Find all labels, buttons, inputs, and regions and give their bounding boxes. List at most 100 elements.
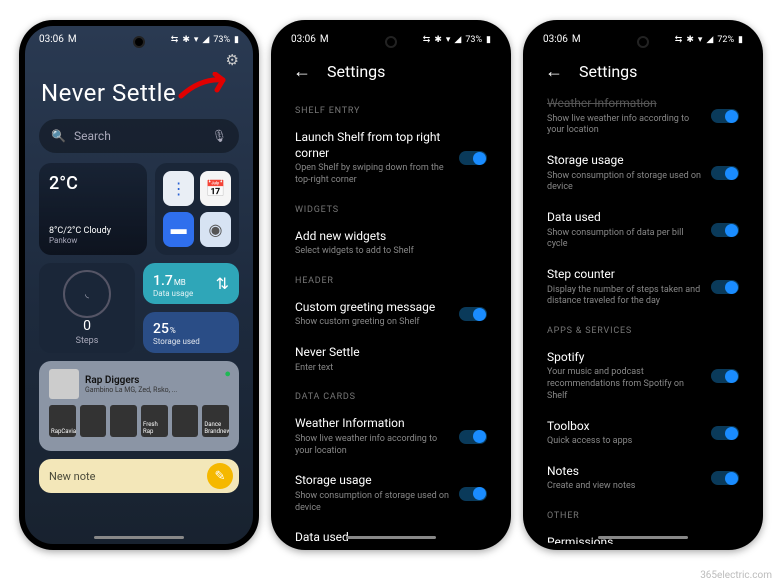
battery-pct: 73% bbox=[465, 35, 482, 45]
nfc-icon: ⇆ bbox=[675, 35, 683, 45]
row-add-widgets[interactable]: Add new widgetsSelect widgets to add to … bbox=[277, 221, 505, 266]
playlist-thumb[interactable] bbox=[172, 405, 199, 437]
spotify-thumbs: RapCaviar Fresh Rap Dance Brandnew bbox=[49, 405, 229, 437]
toggle[interactable] bbox=[459, 307, 487, 321]
phone-icon[interactable]: ⋮ bbox=[163, 171, 194, 206]
nfc-icon: ⇆ bbox=[423, 35, 431, 45]
storage-card[interactable]: 25% Storage used bbox=[143, 312, 239, 353]
battery-pct: 73% bbox=[213, 35, 230, 45]
section-header: HEADER bbox=[277, 266, 505, 292]
note-label: New note bbox=[49, 470, 95, 483]
storage-value: 25 bbox=[153, 321, 169, 337]
row-step-counter[interactable]: Step counterDisplay the number of steps … bbox=[529, 259, 757, 316]
gmail-icon: M bbox=[68, 34, 77, 45]
phone-settings-1: 03:06M ⇆✱▾◢73%▮ ← Settings SHELF ENTRY L… bbox=[271, 20, 511, 550]
search-placeholder: Search bbox=[74, 129, 111, 143]
row-weather[interactable]: Weather InformationShow live weather inf… bbox=[277, 408, 505, 465]
bluetooth-icon: ✱ bbox=[182, 35, 190, 45]
toggle[interactable] bbox=[711, 223, 739, 237]
playlist-thumb[interactable]: RapCaviar bbox=[49, 405, 76, 437]
gear-icon[interactable]: ⚙ bbox=[226, 51, 239, 69]
toggle[interactable] bbox=[711, 109, 739, 123]
spotify-subtitle: Gambino La MG, Zed, Rsko, ... bbox=[85, 386, 177, 394]
row-spotify[interactable]: SpotifyYour music and podcast recommenda… bbox=[529, 342, 757, 411]
playlist-thumb[interactable] bbox=[110, 405, 137, 437]
search-icon: 🔍 bbox=[51, 129, 66, 143]
battery-icon: ▮ bbox=[234, 35, 239, 45]
weather-card[interactable]: 2°C 8°C/2°C Cloudy Pankow bbox=[39, 163, 147, 255]
nfc-icon: ⇆ bbox=[171, 35, 179, 45]
wifi-icon: ▾ bbox=[698, 35, 703, 45]
calendar-icon[interactable]: 📅 bbox=[200, 171, 231, 206]
back-arrow-icon[interactable]: ← bbox=[545, 61, 563, 82]
battery-icon: ▮ bbox=[738, 35, 743, 45]
toggle[interactable] bbox=[459, 151, 487, 165]
row-storage[interactable]: Storage usageShow consumption of storage… bbox=[277, 465, 505, 522]
nav-handle[interactable] bbox=[346, 536, 436, 539]
row-toolbox[interactable]: ToolboxQuick access to apps bbox=[529, 411, 757, 456]
row-launch-shelf[interactable]: Launch Shelf from top right cornerOpen S… bbox=[277, 122, 505, 195]
toggle[interactable] bbox=[711, 166, 739, 180]
status-time: 03:06 bbox=[291, 34, 316, 45]
nav-handle[interactable] bbox=[598, 536, 688, 539]
section-data-cards: DATA CARDS bbox=[277, 382, 505, 408]
row-notes[interactable]: NotesCreate and view notes bbox=[529, 456, 757, 501]
bluetooth-icon: ✱ bbox=[434, 35, 442, 45]
annotation-arrow bbox=[177, 72, 237, 108]
pencil-icon[interactable]: ✎ bbox=[207, 463, 233, 489]
section-shelf-entry: SHELF ENTRY bbox=[277, 96, 505, 122]
weather-temp: 2°C bbox=[49, 173, 137, 194]
toggle[interactable] bbox=[711, 426, 739, 440]
playlist-thumb[interactable] bbox=[80, 405, 107, 437]
playlist-thumb[interactable]: Dance Brandnew bbox=[202, 405, 229, 437]
row-greeting-text[interactable]: Never SettleEnter text bbox=[277, 337, 505, 382]
mic-icon[interactable]: 🎙 bbox=[212, 129, 227, 143]
steps-label: Steps bbox=[76, 336, 99, 346]
signal-icon: ◢ bbox=[454, 35, 461, 45]
section-apps: APPS & SERVICES bbox=[529, 316, 757, 342]
playlist-thumb[interactable]: Fresh Rap bbox=[141, 405, 168, 437]
spotify-card[interactable]: ● Rap Diggers Gambino La MG, Zed, Rsko, … bbox=[39, 361, 239, 451]
wifi-icon: ▾ bbox=[194, 35, 199, 45]
toggle[interactable] bbox=[711, 471, 739, 485]
spotify-icon: ● bbox=[224, 367, 231, 380]
weather-condition: 8°C/2°C Cloudy bbox=[49, 226, 137, 236]
steps-count: 0 bbox=[83, 318, 91, 334]
row-storage[interactable]: Storage usageShow consumption of storage… bbox=[529, 145, 757, 202]
back-arrow-icon[interactable]: ← bbox=[293, 61, 311, 82]
row-custom-greeting[interactable]: Custom greeting messageShow custom greet… bbox=[277, 292, 505, 337]
nav-handle[interactable] bbox=[94, 536, 184, 539]
spotify-title: Rap Diggers bbox=[85, 375, 177, 386]
storage-unit: % bbox=[170, 326, 176, 335]
status-time: 03:06 bbox=[39, 34, 64, 45]
section-other: OTHER bbox=[529, 501, 757, 527]
camera-hole bbox=[385, 36, 397, 48]
page-title: Settings bbox=[579, 62, 637, 81]
signal-icon: ◢ bbox=[202, 35, 209, 45]
gmail-icon: M bbox=[320, 34, 329, 45]
toggle[interactable] bbox=[711, 369, 739, 383]
signal-icon: ◢ bbox=[706, 35, 713, 45]
row-weather-cut[interactable]: Weather InformationShow live weather inf… bbox=[529, 96, 757, 145]
new-note-card[interactable]: New note ✎ bbox=[39, 459, 239, 493]
phone-settings-2: 03:06M ⇆✱▾◢72%▮ ← Settings Weather Infor… bbox=[523, 20, 763, 550]
watermark: 365electric.com bbox=[700, 570, 772, 581]
row-data-used[interactable]: Data usedShow consumption of data per bi… bbox=[277, 522, 505, 544]
files-icon[interactable]: ▬ bbox=[163, 212, 194, 248]
steps-card[interactable]: ◟ 0 Steps bbox=[39, 263, 135, 353]
toggle[interactable] bbox=[459, 487, 487, 501]
data-label: Data usage bbox=[153, 289, 193, 298]
bluetooth-icon: ✱ bbox=[686, 35, 694, 45]
data-value: 1.7 bbox=[153, 273, 173, 289]
album-art bbox=[49, 369, 79, 399]
data-usage-card[interactable]: 1.7MB Data usage ⇅ bbox=[143, 263, 239, 304]
battery-icon: ▮ bbox=[486, 35, 491, 45]
wifi-icon: ▾ bbox=[446, 35, 451, 45]
steps-ring-icon: ◟ bbox=[63, 270, 111, 318]
toggle[interactable] bbox=[459, 430, 487, 444]
camera-icon[interactable]: ◉ bbox=[200, 212, 231, 248]
battery-pct: 72% bbox=[717, 35, 734, 45]
search-input[interactable]: 🔍 Search 🎙 bbox=[39, 119, 239, 153]
row-data-used[interactable]: Data usedShow consumption of data per bi… bbox=[529, 202, 757, 259]
toggle[interactable] bbox=[711, 280, 739, 294]
